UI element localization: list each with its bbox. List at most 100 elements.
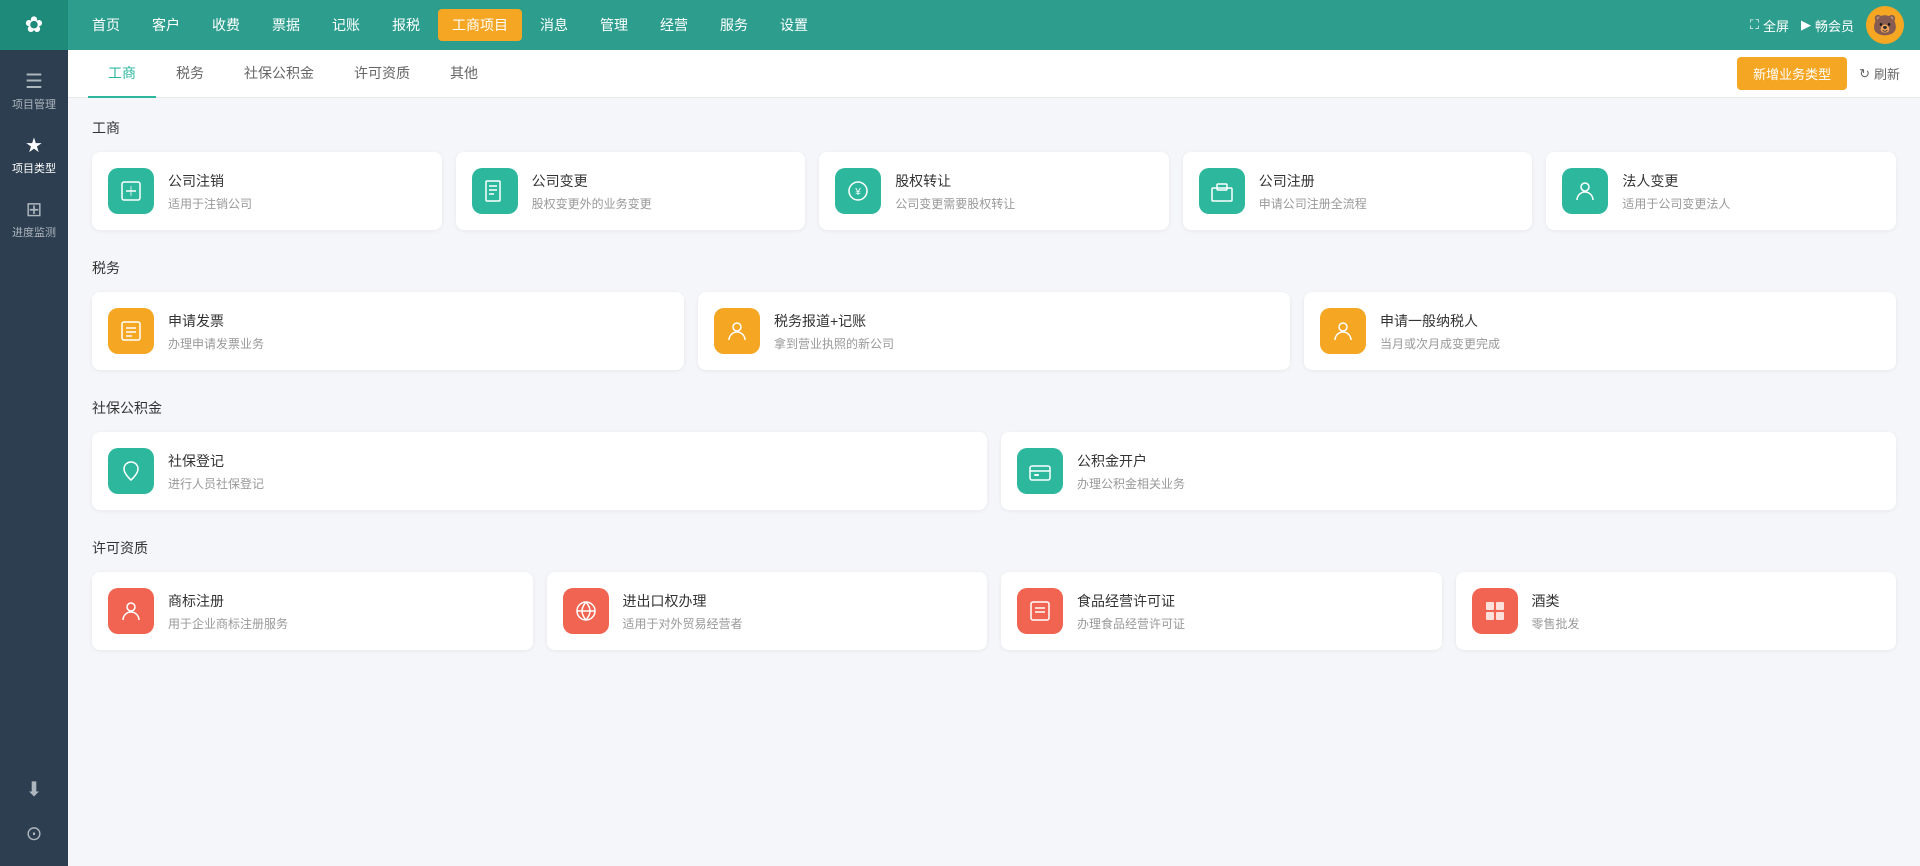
content-area: 工商税务社保公积金许可资质其他 新增业务类型 ↻ 刷新 工商 公司注销 适用于注… [68,50,1920,866]
sidebar-icon-进度监测: ⊞ [26,200,43,220]
cards-grid-税务: 申请发票 办理申请发票业务 税务报道+记账 拿到营业执照的新公司 申请一般纳税人 [92,292,1896,370]
card-info: 法人变更 适用于公司变更法人 [1622,171,1880,212]
nav-item-设置[interactable]: 设置 [766,9,822,41]
card-商标注册[interactable]: 商标注册 用于企业商标注册服务 [92,572,533,650]
section-税务: 税务 申请发票 办理申请发票业务 税务报道+记账 拿到营业执照的新公司 [92,258,1896,370]
card-title: 公积金开户 [1077,451,1880,471]
card-desc: 适用于公司变更法人 [1622,195,1880,212]
card-公积金开户[interactable]: 公积金开户 办理公积金相关业务 [1001,432,1896,510]
card-desc: 当月或次月成变更完成 [1380,335,1880,352]
card-股权转让[interactable]: ¥ 股权转让 公司变更需要股权转让 [819,152,1169,230]
card-title: 法人变更 [1622,171,1880,191]
card-icon [472,168,518,214]
nav-item-客户[interactable]: 客户 [138,9,194,41]
fullscreen-button[interactable]: ⛶ 全屏 [1750,16,1789,35]
card-税务报道+记账[interactable]: 税务报道+记账 拿到营业执照的新公司 [698,292,1290,370]
nav-item-消息[interactable]: 消息 [526,9,582,41]
section-title: 税务 [92,258,1896,278]
card-info: 公积金开户 办理公积金相关业务 [1077,451,1880,492]
tab-税务[interactable]: 税务 [156,50,224,98]
sidebar-item-项目类型[interactable]: ★项目类型 [0,124,68,188]
sidebar-bottom-icon-1: ⊙ [26,824,43,844]
tab-工商[interactable]: 工商 [88,50,156,98]
sidebar-bottom-item-0[interactable]: ⬇ [0,768,68,812]
sidebar-icon-项目管理: ☰ [25,72,43,92]
card-info: 社保登记 进行人员社保登记 [168,451,971,492]
sidebar-item-项目管理[interactable]: ☰项目管理 [0,60,68,124]
sidebar-bottom: ⬇⊙ [0,768,68,866]
card-info: 食品经营许可证 办理食品经营许可证 [1077,591,1426,632]
section-许可资质: 许可资质 商标注册 用于企业商标注册服务 进出口权办理 适用于对外贸易经营者 [92,538,1896,650]
refresh-button[interactable]: ↻ 刷新 [1859,64,1900,83]
card-申请发票[interactable]: 申请发票 办理申请发票业务 [92,292,684,370]
nav-item-报税[interactable]: 报税 [378,9,434,41]
sidebar-icon-项目类型: ★ [25,136,43,156]
card-食品经营许可证[interactable]: 食品经营许可证 办理食品经营许可证 [1001,572,1442,650]
card-title: 社保登记 [168,451,971,471]
card-info: 进出口权办理 适用于对外贸易经营者 [623,591,972,632]
card-desc: 公司变更需要股权转让 [895,195,1153,212]
card-desc: 适用于对外贸易经营者 [623,615,972,632]
card-申请一般纳税人[interactable]: 申请一般纳税人 当月或次月成变更完成 [1304,292,1896,370]
card-title: 申请一般纳税人 [1380,311,1880,331]
card-desc: 申请公司注册全流程 [1259,195,1517,212]
card-icon [108,588,154,634]
vip-button[interactable]: ▶ 畅会员 [1801,16,1854,35]
card-icon [108,448,154,494]
card-icon [108,168,154,214]
card-酒类[interactable]: 酒类 零售批发 [1456,572,1897,650]
section-title: 工商 [92,118,1896,138]
nav-item-管理[interactable]: 管理 [586,9,642,41]
vip-label: 畅会员 [1815,16,1854,35]
fullscreen-icon: ⛶ [1750,17,1759,33]
nav-item-票据[interactable]: 票据 [258,9,314,41]
card-info: 公司注册 申请公司注册全流程 [1259,171,1517,212]
sidebar-bottom-item-1[interactable]: ⊙ [0,812,68,856]
card-title: 食品经营许可证 [1077,591,1426,611]
add-type-button[interactable]: 新增业务类型 [1737,57,1847,90]
logo[interactable]: ✿ [0,0,68,50]
card-info: 申请发票 办理申请发票业务 [168,311,668,352]
card-icon [1472,588,1518,634]
main-layout: ☰项目管理★项目类型⊞进度监测⬇⊙ 工商税务社保公积金许可资质其他 新增业务类型… [0,50,1920,866]
nav-item-工商项目[interactable]: 工商项目 [438,9,522,41]
tab-社保公积金[interactable]: 社保公积金 [224,50,334,98]
nav-right: ⛶ 全屏 ▶ 畅会员 🐻 [1750,6,1920,44]
card-公司注销[interactable]: 公司注销 适用于注销公司 [92,152,442,230]
card-desc: 进行人员社保登记 [168,475,971,492]
sidebar-label: 进度监测 [12,224,56,240]
card-icon [714,308,760,354]
top-navigation: ✿ 首页客户收费票据记账报税工商项目消息管理经营服务设置 ⛶ 全屏 ▶ 畅会员 … [0,0,1920,50]
card-公司变更[interactable]: 公司变更 股权变更外的业务变更 [456,152,806,230]
card-desc: 拿到营业执照的新公司 [774,335,1274,352]
nav-item-服务[interactable]: 服务 [706,9,762,41]
card-desc: 股权变更外的业务变更 [532,195,790,212]
tab-许可资质[interactable]: 许可资质 [334,50,430,98]
nav-item-首页[interactable]: 首页 [78,9,134,41]
card-icon [1017,588,1063,634]
card-社保登记[interactable]: 社保登记 进行人员社保登记 [92,432,987,510]
nav-item-记账[interactable]: 记账 [318,9,374,41]
nav-item-收费[interactable]: 收费 [198,9,254,41]
sidebar: ☰项目管理★项目类型⊞进度监测⬇⊙ [0,50,68,866]
nav-item-经营[interactable]: 经营 [646,9,702,41]
vip-icon: ▶ [1801,17,1811,33]
card-icon [1562,168,1608,214]
card-title: 酒类 [1532,591,1881,611]
card-info: 公司变更 股权变更外的业务变更 [532,171,790,212]
card-title: 申请发票 [168,311,668,331]
sidebar-item-进度监测[interactable]: ⊞ 进度监测 [0,188,68,252]
tab-其他[interactable]: 其他 [430,50,498,98]
fullscreen-label: 全屏 [1763,16,1789,35]
section-title: 许可资质 [92,538,1896,558]
card-公司注册[interactable]: 公司注册 申请公司注册全流程 [1183,152,1533,230]
nav-items: 首页客户收费票据记账报税工商项目消息管理经营服务设置 [68,9,1750,41]
card-法人变更[interactable]: 法人变更 适用于公司变更法人 [1546,152,1896,230]
card-进出口权办理[interactable]: 进出口权办理 适用于对外贸易经营者 [547,572,988,650]
card-desc: 零售批发 [1532,615,1881,632]
card-title: 进出口权办理 [623,591,972,611]
card-title: 商标注册 [168,591,517,611]
card-info: 公司注销 适用于注销公司 [168,171,426,212]
refresh-label: 刷新 [1874,64,1900,83]
avatar[interactable]: 🐻 [1866,6,1904,44]
